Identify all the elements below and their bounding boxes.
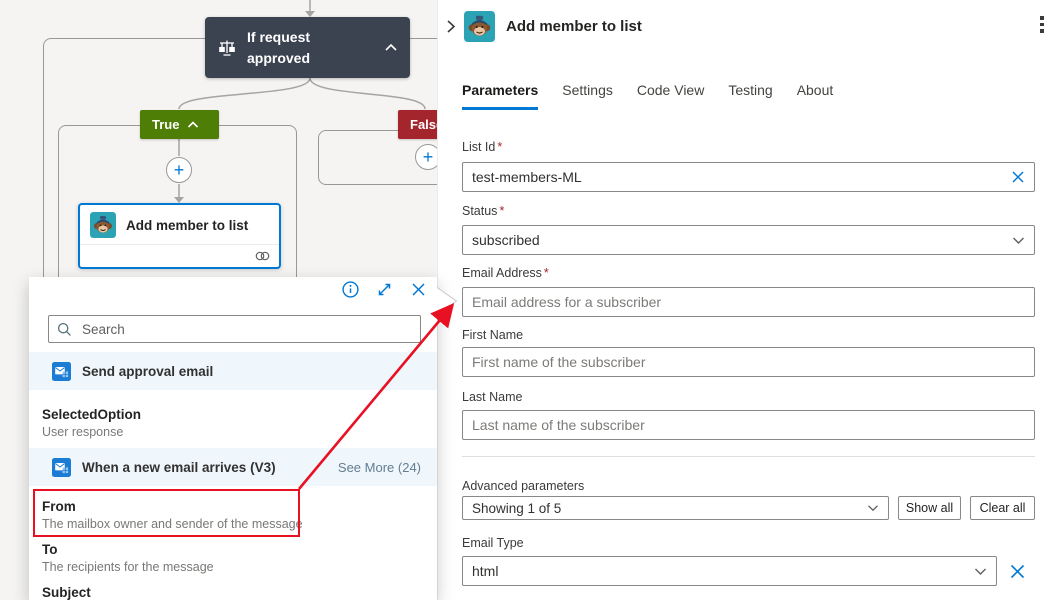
mailchimp-icon xyxy=(464,11,495,42)
group-title: Send approval email xyxy=(82,363,214,379)
outlook-icon xyxy=(52,457,71,477)
email-address-label: Email Address * xyxy=(462,266,549,280)
first-name-input[interactable] xyxy=(472,354,1025,370)
condition-node[interactable]: If request approved xyxy=(205,17,410,78)
remove-email-type-icon[interactable] xyxy=(1009,563,1026,580)
chevron-down-icon xyxy=(975,568,986,575)
true-branch-label: True xyxy=(152,117,180,132)
dynamic-content-search[interactable] xyxy=(48,315,421,343)
panel-title: Add member to list xyxy=(506,18,642,35)
advanced-parameters-label: Advanced parameters xyxy=(462,479,585,493)
token-description: The mailbox owner and sender of the mess… xyxy=(42,517,303,531)
info-icon[interactable] xyxy=(342,281,359,298)
required-mark: * xyxy=(497,140,503,154)
dynamic-token-from[interactable]: From The mailbox owner and sender of the… xyxy=(42,499,422,531)
dynamic-token-subject[interactable]: Subject xyxy=(42,585,422,600)
clear-value-icon[interactable] xyxy=(1011,170,1025,184)
tab-about[interactable]: About xyxy=(797,82,834,110)
tab-settings[interactable]: Settings xyxy=(562,82,613,110)
last-name-field[interactable] xyxy=(462,410,1035,440)
show-all-button[interactable]: Show all xyxy=(898,496,961,520)
true-branch-badge[interactable]: True xyxy=(140,110,219,139)
picker-group-send-approval-email[interactable]: Send approval email xyxy=(29,352,437,390)
more-options-icon[interactable] xyxy=(1035,16,1049,38)
email-address-field[interactable] xyxy=(462,287,1035,317)
false-branch-badge[interactable]: False xyxy=(398,110,437,139)
insert-step-button-false[interactable]: + xyxy=(415,144,437,170)
outlook-icon xyxy=(52,361,71,381)
email-address-input[interactable] xyxy=(472,294,1025,310)
chevron-up-icon xyxy=(188,120,199,128)
dynamic-content-picker: Send approval email SelectedOption User … xyxy=(29,277,437,600)
status-label: Status * xyxy=(462,204,505,218)
panel-tabs: Parameters Settings Code View Testing Ab… xyxy=(462,82,833,110)
email-type-dropdown[interactable]: html xyxy=(462,556,997,586)
action-card-add-member[interactable]: Add member to list xyxy=(78,203,281,269)
required-mark: * xyxy=(499,204,505,218)
first-name-field[interactable] xyxy=(462,347,1035,377)
required-mark: * xyxy=(543,266,549,280)
tab-testing[interactable]: Testing xyxy=(728,82,772,110)
advanced-parameters-value: Showing 1 of 5 xyxy=(472,500,562,516)
token-description: The recipients for the message xyxy=(42,560,214,574)
tab-parameters[interactable]: Parameters xyxy=(462,82,539,110)
email-type-value: html xyxy=(472,563,499,579)
panel-header: Add member to list xyxy=(438,0,1060,54)
last-name-input[interactable] xyxy=(472,417,1025,433)
list-id-input[interactable] xyxy=(472,169,1003,185)
search-input[interactable] xyxy=(82,321,412,337)
list-id-field[interactable] xyxy=(462,162,1035,192)
section-divider xyxy=(462,456,1035,457)
token-name: SelectedOption xyxy=(42,407,142,422)
list-id-label: List Id * xyxy=(462,140,503,154)
token-description: User response xyxy=(42,425,124,439)
dynamic-token-selectedoption[interactable]: SelectedOption User response xyxy=(42,407,422,439)
dynamic-token-to[interactable]: To The recipients for the message xyxy=(42,542,422,574)
expand-icon[interactable] xyxy=(376,281,393,298)
last-name-label: Last Name xyxy=(462,390,523,404)
token-name: To xyxy=(42,542,58,557)
mailchimp-icon xyxy=(90,212,116,238)
collapse-panel-icon[interactable] xyxy=(443,19,458,34)
first-name-label: First Name xyxy=(462,328,524,342)
advanced-parameters-dropdown[interactable]: Showing 1 of 5 xyxy=(462,496,889,520)
group-title: When a new email arrives (V3) xyxy=(82,459,276,475)
close-icon[interactable] xyxy=(410,281,427,298)
chevron-down-icon xyxy=(868,505,878,512)
see-more-link[interactable]: See More (24) xyxy=(338,460,421,475)
power-automate-designer: If request approved True False + + xyxy=(0,0,1060,600)
condition-label: If request approved xyxy=(247,29,311,66)
insert-step-button[interactable]: + xyxy=(166,157,192,183)
tab-code-view[interactable]: Code View xyxy=(637,82,704,110)
email-type-label: Email Type xyxy=(462,536,524,550)
search-icon xyxy=(57,322,71,336)
condition-icon xyxy=(219,40,235,56)
chevron-up-icon[interactable] xyxy=(384,43,398,52)
false-branch-label: False xyxy=(410,117,437,132)
chevron-down-icon xyxy=(1013,237,1024,244)
status-value: subscribed xyxy=(472,232,540,248)
token-name: From xyxy=(42,499,76,514)
connection-link-icon[interactable] xyxy=(254,250,271,262)
action-card-title: Add member to list xyxy=(126,217,249,233)
token-name: Subject xyxy=(42,585,91,600)
status-dropdown[interactable]: subscribed xyxy=(462,225,1035,255)
clear-all-button[interactable]: Clear all xyxy=(970,496,1035,520)
action-details-panel: Add member to list Parameters Settings C… xyxy=(437,0,1060,600)
picker-group-new-email-arrives[interactable]: When a new email arrives (V3) See More (… xyxy=(29,448,437,486)
